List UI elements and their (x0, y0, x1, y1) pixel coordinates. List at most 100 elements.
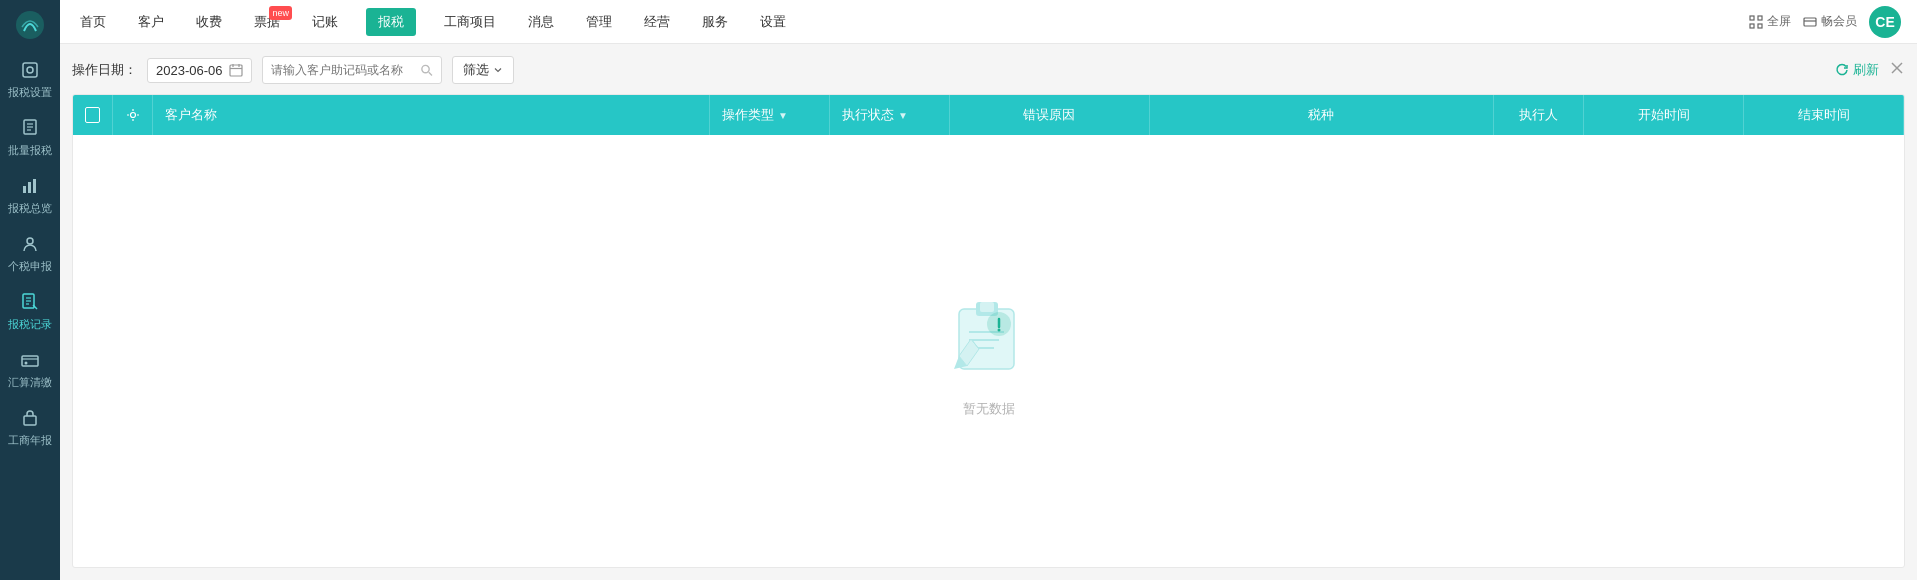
sidebar-label-annual-report: 工商年报 (8, 433, 52, 448)
status-filter-icon: ▼ (898, 110, 908, 121)
search-wrap (262, 56, 442, 84)
th-settings[interactable] (113, 95, 153, 135)
nav-accounting[interactable]: 记账 (308, 0, 342, 44)
empty-state: 暂无数据 (73, 135, 1904, 567)
sidebar-label-tax-overview: 报税总览 (8, 201, 52, 216)
remit-icon (18, 348, 42, 372)
th-start-time: 开始时间 (1584, 95, 1744, 135)
chevron-down-icon (493, 65, 503, 75)
svg-line-30 (428, 72, 431, 75)
sidebar-item-tax-overview[interactable]: 报税总览 (0, 166, 60, 224)
main-area: 首页 客户 收费 票据 new 记账 报税 工商项目 消息 管理 经营 (60, 0, 1917, 580)
sidebar-item-personal-tax[interactable]: 个税申报 (0, 224, 60, 282)
svg-rect-36 (980, 302, 994, 312)
membership-icon (1803, 15, 1817, 29)
th-tax-type: 税种 (1150, 95, 1494, 135)
nav-manage[interactable]: 管理 (582, 0, 616, 44)
th-name: 客户名称 (153, 95, 710, 135)
svg-rect-1 (23, 63, 37, 77)
th-ops-type[interactable]: 操作类型 ▼ (710, 95, 830, 135)
th-checkbox[interactable] (73, 95, 113, 135)
search-icon (420, 63, 433, 77)
toolbar: 操作日期： 2023-06-06 筛选 (72, 56, 1905, 84)
personal-tax-icon (18, 232, 42, 256)
svg-point-42 (997, 329, 1000, 332)
batch-tax-icon (18, 116, 42, 140)
refresh-button[interactable]: 刷新 (1835, 61, 1879, 79)
date-value: 2023-06-06 (156, 63, 223, 78)
toolbar-right: 刷新 (1835, 60, 1905, 80)
th-executor: 执行人 (1494, 95, 1584, 135)
search-input[interactable] (271, 63, 420, 77)
sidebar-item-annual-report[interactable]: 工商年报 (0, 398, 60, 456)
svg-rect-18 (24, 416, 36, 425)
new-badge: new (269, 6, 292, 21)
sidebar-item-tax-settings[interactable]: 报税设置 (0, 50, 60, 108)
nav-customer[interactable]: 客户 (134, 0, 168, 44)
svg-rect-7 (23, 186, 26, 193)
nav-industry[interactable]: 工商项目 (440, 0, 500, 44)
sidebar-label-personal-tax: 个税申报 (8, 259, 52, 274)
annual-report-icon (18, 406, 42, 430)
th-error-reason: 错误原因 (950, 95, 1150, 135)
sidebar-label-batch-tax: 批量报税 (8, 143, 52, 158)
sidebar: 报税设置 批量报税 报税总览 (0, 0, 60, 580)
svg-point-17 (25, 362, 28, 365)
fullscreen-btn[interactable]: 全屏 (1749, 13, 1791, 30)
refresh-icon (1835, 63, 1849, 77)
svg-rect-9 (33, 179, 36, 193)
ops-filter-icon: ▼ (778, 110, 788, 121)
svg-point-10 (27, 238, 33, 244)
fullscreen-icon (1749, 15, 1763, 29)
table-body: 暂无数据 (73, 135, 1904, 567)
empty-text: 暂无数据 (963, 400, 1015, 418)
membership-btn[interactable]: 畅会员 (1803, 13, 1857, 30)
th-end-time: 结束时间 (1744, 95, 1904, 135)
svg-point-2 (27, 67, 33, 73)
nav-service[interactable]: 服务 (698, 0, 732, 44)
sidebar-label-remit: 汇算清缴 (8, 375, 52, 390)
nav-home[interactable]: 首页 (76, 0, 110, 44)
svg-rect-8 (28, 182, 31, 193)
date-picker[interactable]: 2023-06-06 (147, 58, 252, 83)
svg-rect-21 (1750, 24, 1754, 28)
svg-rect-23 (1804, 18, 1816, 26)
nav-invoice[interactable]: 票据 new (250, 0, 284, 44)
svg-rect-20 (1758, 16, 1762, 20)
nav-tax[interactable]: 报税 (366, 8, 416, 36)
nav-settings[interactable]: 设置 (756, 0, 790, 44)
svg-rect-19 (1750, 16, 1754, 20)
sidebar-item-batch-tax[interactable]: 批量报税 (0, 108, 60, 166)
nav-message[interactable]: 消息 (524, 0, 558, 44)
svg-rect-22 (1758, 24, 1762, 28)
top-navigation: 首页 客户 收费 票据 new 记账 报税 工商项目 消息 管理 经营 (60, 0, 1917, 44)
settings-icon (126, 108, 140, 122)
svg-rect-25 (230, 65, 242, 76)
close-icon (1889, 60, 1905, 76)
sidebar-logo (0, 0, 60, 50)
svg-rect-15 (22, 356, 38, 366)
data-table: 客户名称 操作类型 ▼ 执行状态 ▼ 错误原因 税种 执行人 (72, 94, 1905, 568)
svg-point-29 (421, 65, 428, 72)
tax-overview-icon (18, 174, 42, 198)
avatar[interactable]: CE (1869, 6, 1901, 38)
tax-settings-icon (18, 58, 42, 82)
calendar-icon (229, 63, 243, 77)
table-header: 客户名称 操作类型 ▼ 执行状态 ▼ 错误原因 税种 执行人 (73, 95, 1904, 135)
empty-illustration (944, 284, 1034, 384)
th-exec-status[interactable]: 执行状态 ▼ (830, 95, 950, 135)
sidebar-item-tax-records[interactable]: 报税记录 (0, 282, 60, 340)
select-all-checkbox[interactable] (85, 107, 100, 123)
svg-point-33 (130, 113, 135, 118)
tax-records-icon (18, 290, 42, 314)
content-area: 操作日期： 2023-06-06 筛选 (60, 44, 1917, 580)
sidebar-label-tax-settings: 报税设置 (8, 85, 52, 100)
date-label: 操作日期： (72, 61, 137, 79)
nav-billing[interactable]: 收费 (192, 0, 226, 44)
topnav-right: 全屏 畅会员 CE (1749, 6, 1901, 38)
filter-button[interactable]: 筛选 (452, 56, 514, 84)
sidebar-label-tax-records: 报税记录 (8, 317, 52, 332)
sidebar-item-remit[interactable]: 汇算清缴 (0, 340, 60, 398)
nav-operations[interactable]: 经营 (640, 0, 674, 44)
close-button[interactable] (1889, 60, 1905, 80)
